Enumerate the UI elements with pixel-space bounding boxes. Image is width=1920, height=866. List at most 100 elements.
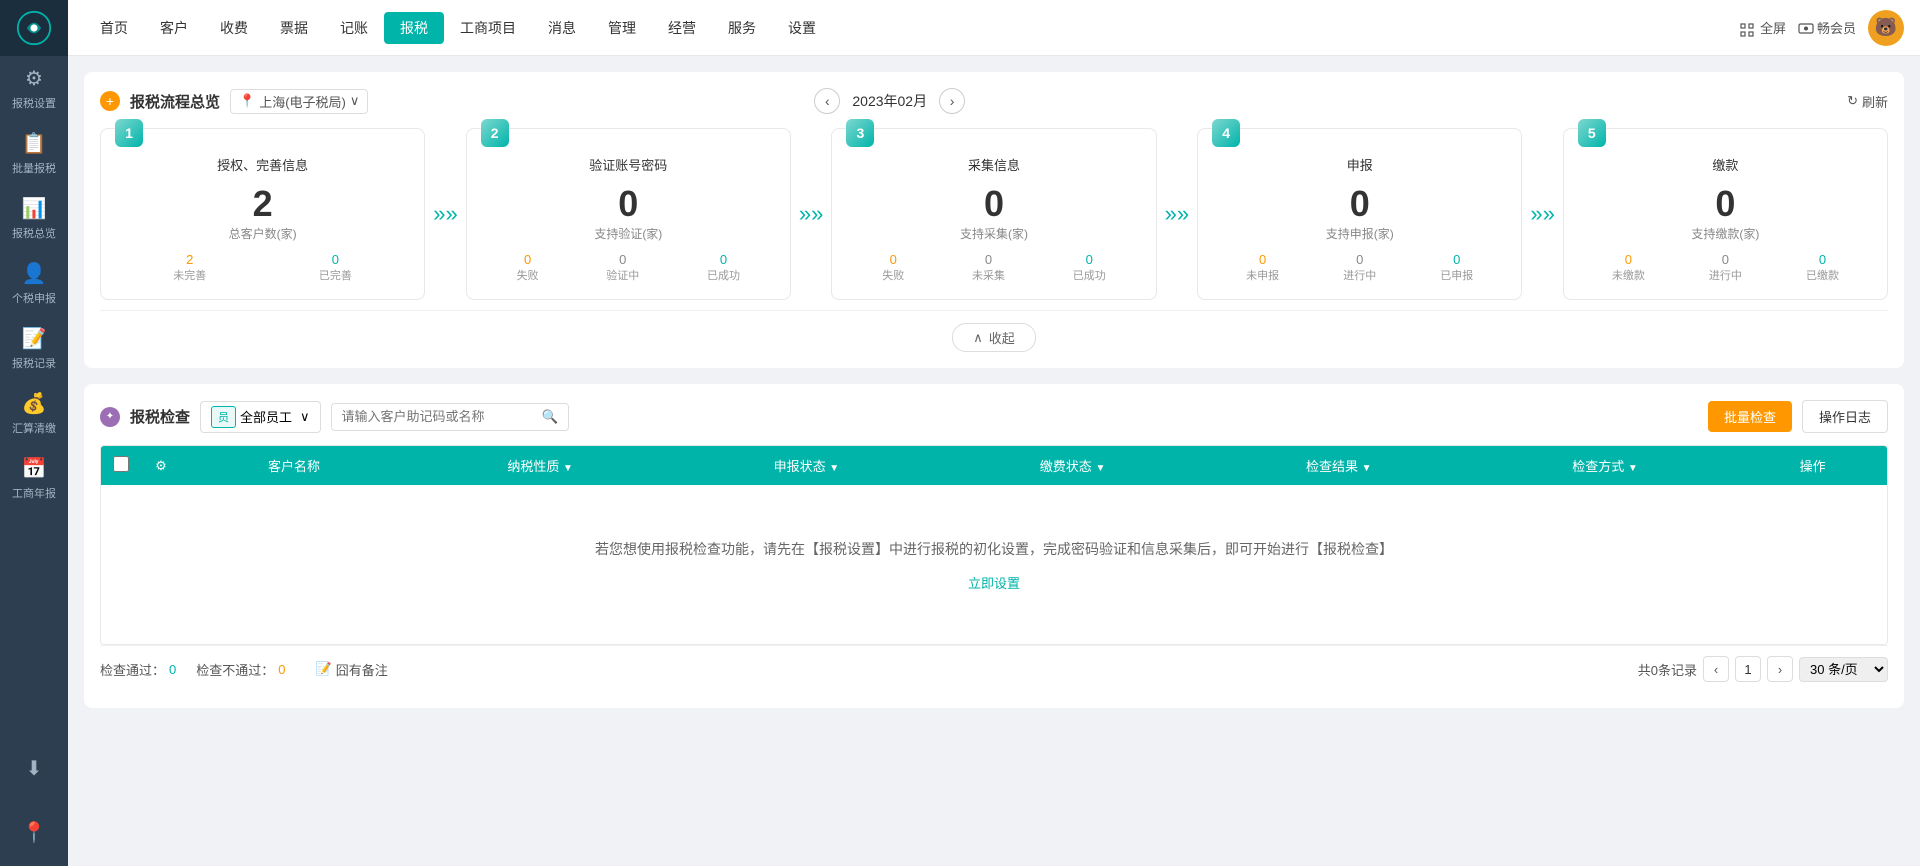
nav-invoice[interactable]: 票据 — [264, 12, 324, 44]
next-month-btn[interactable]: › — [939, 88, 965, 114]
gear-icon[interactable]: ⚙ — [155, 458, 167, 473]
step1-sub-label-0: 未完善 — [173, 267, 206, 283]
step5-substat-2: 0 已缴款 — [1806, 252, 1839, 283]
step1-sub-num-0[interactable]: 2 — [173, 252, 206, 267]
nav-business[interactable]: 工商项目 — [444, 12, 532, 44]
search-button[interactable]: 🔍 — [532, 404, 569, 430]
search-input[interactable] — [332, 404, 532, 429]
setup-link[interactable]: 立即设置 — [153, 571, 1835, 597]
step4-sub-label-2: 已申报 — [1440, 267, 1473, 283]
sidebar-item-label: 个税申报 — [12, 290, 56, 306]
chevron-down-icon: ∨ — [300, 409, 310, 425]
step3-title: 采集信息 — [848, 155, 1139, 174]
nav-fee[interactable]: 收费 — [204, 12, 264, 44]
nav-service[interactable]: 服务 — [712, 12, 772, 44]
collapse-btn[interactable]: ∧ 收起 — [952, 323, 1036, 352]
step4-substat-0: 0 未申报 — [1246, 252, 1279, 283]
sidebar-item-download[interactable]: ⬇ — [0, 738, 68, 802]
sidebar-item-batch-tax[interactable]: 📋 批量报税 — [0, 121, 68, 186]
prev-page-btn[interactable]: ‹ — [1703, 656, 1729, 682]
flow-card-step5: 5 缴款 0 支持缴款(家) 0 未缴款 0 进行中 — [1563, 128, 1888, 300]
step1-sub-label-1: 已完善 — [319, 267, 352, 283]
nav-manage[interactable]: 管理 — [592, 12, 652, 44]
step3-substat-0: 0 失败 — [882, 252, 904, 283]
step5-substat-0: 0 未缴款 — [1612, 252, 1645, 283]
step5-sub-num-1[interactable]: 0 — [1709, 252, 1742, 267]
header-tax-type[interactable]: 纳税性质 ▼ — [407, 446, 673, 485]
step4-sub-num-0[interactable]: 0 — [1246, 252, 1279, 267]
nav-accounting[interactable]: 记账 — [324, 12, 384, 44]
membership-btn[interactable]: 畅会员 — [1798, 18, 1856, 37]
header-declare-status[interactable]: 申报状态 ▼ — [673, 446, 939, 485]
nav-tax[interactable]: 报税 — [384, 12, 444, 44]
sidebar-item-label: 报税总览 — [12, 225, 56, 241]
step3-sub-num-0[interactable]: 0 — [882, 252, 904, 267]
prev-month-btn[interactable]: ‹ — [814, 88, 840, 114]
sidebar-item-tax-overview[interactable]: 📊 报税总览 — [0, 186, 68, 251]
step5-sub-num-2[interactable]: 0 — [1806, 252, 1839, 267]
operation-log-button[interactable]: 操作日志 — [1802, 400, 1888, 433]
flow-arrow-4: »» — [1522, 128, 1562, 300]
step3-substat-2: 0 已成功 — [1073, 252, 1106, 283]
location-icon-small: 📍 — [239, 93, 255, 109]
batch-tax-icon: 📋 — [22, 131, 47, 156]
nav-home[interactable]: 首页 — [84, 12, 144, 44]
step3-sub-num-1[interactable]: 0 — [972, 252, 1005, 267]
per-page-select[interactable]: 30 条/页50 条/页100 条/页 — [1799, 657, 1888, 682]
refresh-btn[interactable]: ↻ 刷新 — [1847, 92, 1888, 111]
nav-settings[interactable]: 设置 — [772, 12, 832, 44]
footer-stats: 检查通过： 0 检查不通过： 0 📝 囧有备注 — [100, 660, 388, 679]
app-logo[interactable] — [0, 0, 68, 56]
flow-arrow-3: »» — [1157, 128, 1197, 300]
page-number[interactable]: 1 — [1735, 656, 1761, 682]
step2-sub-num-1[interactable]: 0 — [606, 252, 639, 267]
filter-icon: ▼ — [1095, 463, 1105, 474]
step4-sub-label-1: 进行中 — [1343, 267, 1376, 283]
header-checkbox-col — [101, 446, 141, 485]
annual-report-icon: 📅 — [22, 456, 47, 481]
step2-sub-num-2[interactable]: 0 — [707, 252, 740, 267]
step5-title: 缴款 — [1580, 155, 1871, 174]
step4-sub-num-2[interactable]: 0 — [1440, 252, 1473, 267]
header-pay-status[interactable]: 缴费状态 ▼ — [939, 446, 1205, 485]
pass-count-link[interactable]: 0 — [169, 662, 176, 677]
sidebar-bottom: ⬇ 📍 — [0, 738, 68, 866]
step4-substat-2: 0 已申报 — [1440, 252, 1473, 283]
step5-sub-num-0[interactable]: 0 — [1612, 252, 1645, 267]
step3-sub-num-2[interactable]: 0 — [1073, 252, 1106, 267]
next-page-btn[interactable]: › — [1767, 656, 1793, 682]
collapse-icon: ∧ — [973, 330, 983, 346]
header-check-result[interactable]: 检查结果 ▼ — [1206, 446, 1472, 485]
employee-filter[interactable]: 员 全部员工 ∨ — [200, 401, 321, 433]
user-avatar[interactable]: 🐻 — [1868, 10, 1904, 46]
select-all-checkbox[interactable] — [113, 456, 129, 472]
step2-substat-2: 0 已成功 — [707, 252, 740, 283]
location-tag[interactable]: 📍 上海(电子税局) ∨ — [230, 89, 368, 114]
step1-sub-num-1[interactable]: 0 — [319, 252, 352, 267]
sidebar-item-location[interactable]: 📍 — [0, 802, 68, 866]
batch-check-button[interactable]: 批量检查 — [1708, 401, 1792, 432]
sidebar-item-annual-report[interactable]: 📅 工商年报 — [0, 446, 68, 511]
step5-label: 支持缴款(家) — [1580, 225, 1871, 242]
step4-sub-num-1[interactable]: 0 — [1343, 252, 1376, 267]
sidebar-item-personal-tax[interactable]: 👤 个税申报 — [0, 251, 68, 316]
nav-operation[interactable]: 经营 — [652, 12, 712, 44]
step2-sub-num-0[interactable]: 0 — [517, 252, 539, 267]
step1-substat-1: 0 已完善 — [319, 252, 352, 283]
nav-message[interactable]: 消息 — [532, 12, 592, 44]
step-badge-1: 1 — [115, 119, 143, 147]
step4-sub-label-0: 未申报 — [1246, 267, 1279, 283]
flow-card-step4: 4 申报 0 支持申报(家) 0 未申报 0 进行中 — [1197, 128, 1522, 300]
header-check-method[interactable]: 检查方式 ▼ — [1472, 446, 1738, 485]
footer-fail: 检查不通过： 0 — [196, 660, 285, 679]
sidebar-item-settlement[interactable]: 💰 汇算清缴 — [0, 381, 68, 446]
fullscreen-btn[interactable]: 全屏 — [1740, 18, 1786, 37]
filter-icon: ▼ — [829, 463, 839, 474]
chevron-down-icon: ∨ — [350, 93, 360, 109]
step2-sub-label-0: 失败 — [517, 267, 539, 283]
sidebar-item-tax-records[interactable]: 📝 报税记录 — [0, 316, 68, 381]
add-icon[interactable]: + — [100, 91, 120, 111]
fail-count-link[interactable]: 0 — [278, 662, 285, 677]
sidebar-item-tax-settings[interactable]: ⚙ 报税设置 — [0, 56, 68, 121]
nav-customer[interactable]: 客户 — [144, 12, 204, 44]
